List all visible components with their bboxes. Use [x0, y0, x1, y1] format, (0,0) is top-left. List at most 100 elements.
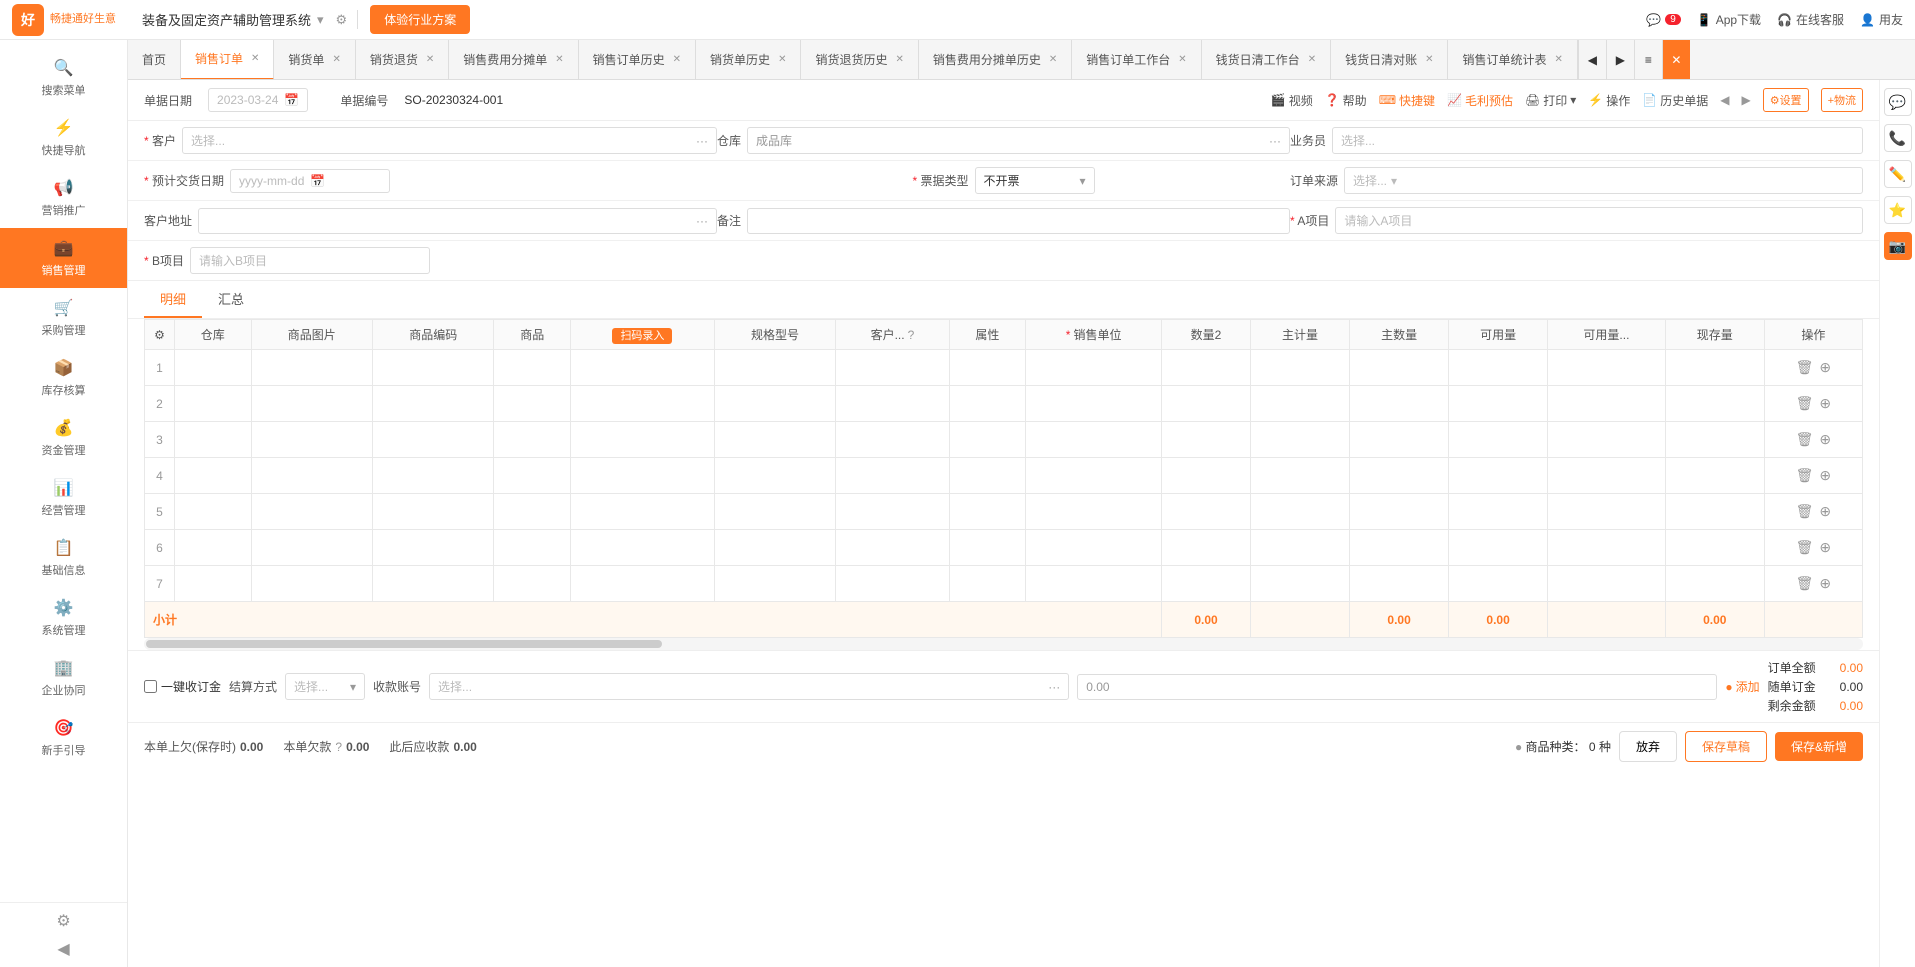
tab-sales-invoice[interactable]: 销货单 ✕ [274, 40, 355, 80]
right-panel-phone-icon[interactable]: 📞 [1884, 124, 1912, 152]
message-icon[interactable]: 💬 9 [1646, 13, 1681, 27]
user-menu[interactable]: 👤 用友 [1860, 11, 1903, 28]
save-draft-button[interactable]: 保存草稿 [1685, 731, 1767, 762]
copy-icon[interactable]: ⊕ [1819, 539, 1831, 556]
sidebar-item-sales[interactable]: 💼 销售管理 [0, 228, 127, 288]
sidebar-item-system[interactable]: ⚙️ 系统管理 [0, 588, 127, 648]
tab-expense-split[interactable]: 销售费用分摊单 ✕ [449, 40, 578, 80]
copy-icon[interactable]: ⊕ [1819, 359, 1831, 376]
delivery-date-input[interactable]: yyyy-mm-dd 📅 [230, 169, 390, 193]
sidebar-item-enterprise[interactable]: 🏢 企业协同 [0, 648, 127, 708]
tab-return-history[interactable]: 销货退货历史 ✕ [801, 40, 918, 80]
close-tab-icon[interactable]: ✕ [895, 54, 903, 65]
sidebar-item-purchase[interactable]: 🛒 采购管理 [0, 288, 127, 348]
right-panel-star-icon[interactable]: ⭐ [1884, 196, 1912, 224]
action-btn[interactable]: ⚡ 操作 [1588, 92, 1630, 109]
col-warehouse[interactable]: 仓库 [175, 320, 252, 350]
right-panel-edit-icon[interactable]: ✏️ [1884, 160, 1912, 188]
customer-input[interactable]: 选择... ··· [182, 127, 717, 154]
close-tab-icon[interactable]: ✕ [251, 53, 259, 64]
sidebar-item-quick[interactable]: ⚡ 快捷导航 [0, 108, 127, 168]
col-main-qty[interactable]: 主数量 [1350, 320, 1449, 350]
sidebar-collapse-btn[interactable]: ◀ [57, 939, 69, 959]
close-tab-icon[interactable]: ✕ [673, 54, 681, 65]
col-spec[interactable]: 规格型号 [714, 320, 835, 350]
add-col-btn[interactable]: +物流 [1821, 88, 1863, 112]
detail-tab[interactable]: 明细 [144, 281, 202, 318]
col-attribute[interactable]: 属性 [949, 320, 1026, 350]
add-footer-btn[interactable]: ● 添加 [1725, 678, 1759, 695]
close-tab-icon[interactable]: ✕ [778, 54, 786, 65]
view-btn[interactable]: 🎬 视频 [1271, 92, 1313, 109]
tab-daily-workbench[interactable]: 钱货日清工作台 ✕ [1202, 40, 1331, 80]
tab-order-history[interactable]: 销售订单历史 ✕ [579, 40, 696, 80]
col-product[interactable]: 商品 [494, 320, 571, 350]
tab-next-btn[interactable]: ▶ [1606, 40, 1634, 80]
copy-icon[interactable]: ⊕ [1819, 395, 1831, 412]
right-panel-chat-icon[interactable]: 💬 [1884, 88, 1912, 116]
close-tab-icon[interactable]: ✕ [1308, 54, 1316, 65]
sidebar-item-marketing[interactable]: 📢 营销推广 [0, 168, 127, 228]
close-tab-icon[interactable]: ✕ [1178, 54, 1186, 65]
col-avail-qty[interactable]: 可用量 [1449, 320, 1548, 350]
one-click-pay-checkbox[interactable]: 一键收订金 [144, 678, 221, 695]
delete-icon[interactable]: 🗑 [1796, 503, 1814, 520]
salesperson-input[interactable]: 选择... [1332, 127, 1863, 154]
amount-input[interactable]: 0.00 [1077, 674, 1717, 700]
col-qty2[interactable]: 数量2 [1161, 320, 1250, 350]
tab-invoice-history[interactable]: 销货单历史 ✕ [696, 40, 801, 80]
warehouse-input[interactable]: 成品库 ··· [747, 127, 1290, 154]
history-btn[interactable]: 📄 历史单据 [1642, 92, 1708, 109]
col-product-code[interactable]: 商品编码 [373, 320, 494, 350]
close-tab-icon[interactable]: ✕ [1555, 54, 1563, 65]
save-new-button[interactable]: 保存&新增 [1775, 732, 1863, 761]
summary-tab[interactable]: 汇总 [202, 281, 260, 318]
print-btn[interactable]: 🖨 打印 ▾ [1525, 92, 1576, 109]
delete-icon[interactable]: 🗑 [1796, 395, 1814, 412]
close-tab-icon[interactable]: ✕ [1425, 54, 1433, 65]
notes-input[interactable] [747, 208, 1290, 234]
sidebar-item-base[interactable]: 📋 基础信息 [0, 528, 127, 588]
a-project-input[interactable]: 请输入A项目 [1335, 207, 1863, 234]
delete-icon[interactable]: 🗑 [1796, 575, 1814, 592]
col-customer-ref[interactable]: 客户... ? [836, 320, 949, 350]
settings-icon[interactable]: ⚙ [336, 12, 348, 28]
delete-icon[interactable]: 🗑 [1796, 431, 1814, 448]
shortcut-btn[interactable]: ⌨ 快捷键 [1379, 92, 1435, 109]
sidebar-settings-btn[interactable]: ⚙ [56, 911, 70, 931]
tab-order-workbench[interactable]: 销售订单工作台 ✕ [1072, 40, 1201, 80]
tab-daily-account[interactable]: 钱货日清对账 ✕ [1331, 40, 1448, 80]
solution-button[interactable]: 体验行业方案 [370, 5, 470, 34]
table-scrollbar[interactable] [144, 638, 1863, 650]
close-tab-icon[interactable]: ✕ [332, 54, 340, 65]
copy-icon[interactable]: ⊕ [1819, 503, 1831, 520]
help-btn[interactable]: ❓ 帮助 [1325, 92, 1367, 109]
col-main-unit[interactable]: 主计量 [1251, 320, 1350, 350]
tab-order-stats[interactable]: 销售订单统计表 ✕ [1448, 40, 1577, 80]
receipt-account-input[interactable]: 选择... ··· [429, 673, 1069, 700]
col-sales-unit[interactable]: *销售单位 [1026, 320, 1162, 350]
sidebar-item-finance[interactable]: 💰 资金管理 [0, 408, 127, 468]
address-input[interactable]: ··· [198, 208, 717, 234]
tab-sales-order[interactable]: 销售订单 ✕ [181, 40, 274, 80]
tab-home[interactable]: 首页 [128, 40, 181, 80]
online-support-btn[interactable]: 🎧 在线客服 [1777, 11, 1844, 28]
profit-btn[interactable]: 📈 毛利预估 [1447, 92, 1513, 109]
nav-prev-btn[interactable]: ◀ [1720, 93, 1729, 107]
sidebar-item-operations[interactable]: 📊 经营管理 [0, 468, 127, 528]
app-download-btn[interactable]: 📱 App下载 [1697, 11, 1761, 28]
one-click-pay-input[interactable] [144, 680, 157, 693]
col-product-img[interactable]: 商品图片 [251, 320, 372, 350]
settings-btn[interactable]: ⚙ 设置 [1763, 88, 1809, 112]
delete-icon[interactable]: 🗑 [1796, 359, 1814, 376]
copy-icon[interactable]: ⊕ [1819, 431, 1831, 448]
sidebar-item-guide[interactable]: 🎯 新手引导 [0, 708, 127, 768]
date-input[interactable]: 2023-03-24 📅 [208, 88, 308, 112]
close-tab-icon[interactable]: ✕ [555, 54, 563, 65]
copy-icon[interactable]: ⊕ [1819, 467, 1831, 484]
sidebar-item-inventory[interactable]: 📦 库存核算 [0, 348, 127, 408]
discard-button[interactable]: 放弃 [1619, 731, 1677, 762]
nav-next-btn[interactable]: ▶ [1741, 93, 1750, 107]
col-current-qty[interactable]: 现存量 [1665, 320, 1764, 350]
col-settings[interactable]: ⚙ [145, 320, 175, 350]
